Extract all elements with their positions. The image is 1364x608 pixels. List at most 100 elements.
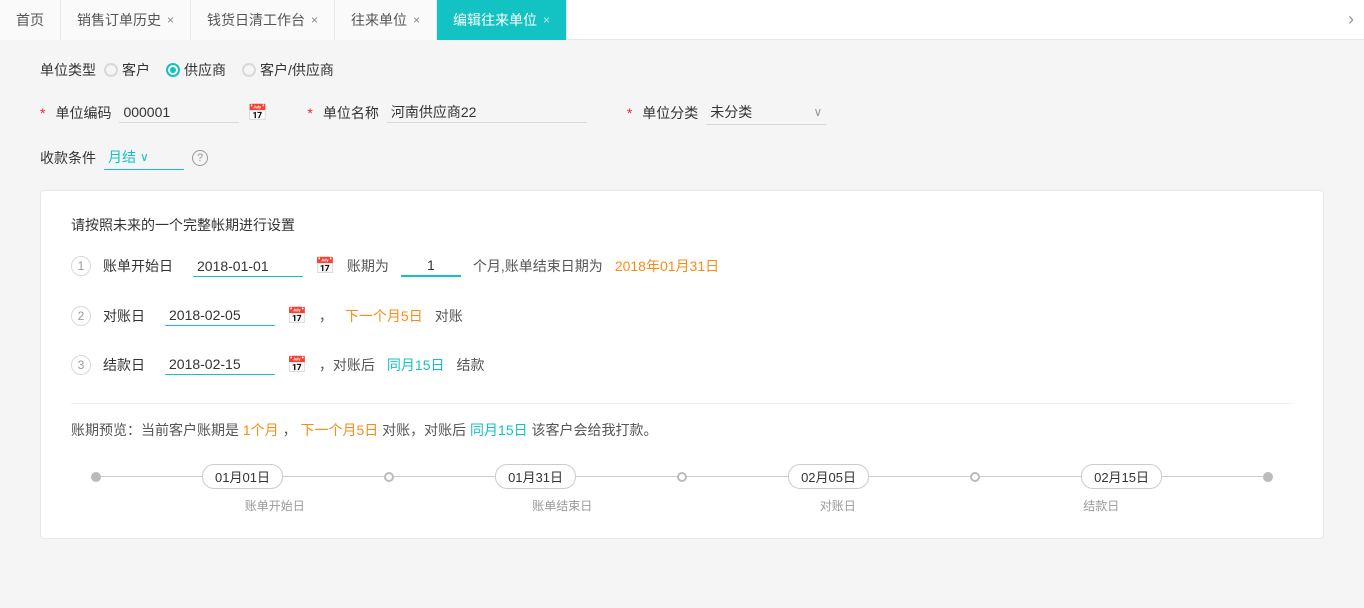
tl-badge-0: 01月01日 xyxy=(202,464,283,489)
date-input-2[interactable] xyxy=(165,305,275,326)
tl-label-3: 结款日 xyxy=(1083,497,1119,514)
tab-home[interactable]: 首页 xyxy=(0,0,61,40)
page-content: 单位类型 客户 供应商 客户/供应商 * 单位编码 xyxy=(0,40,1364,608)
tl-date-0: 01月01日 xyxy=(202,464,283,489)
preview-suffix: 该客户会给我打款。 xyxy=(532,422,658,438)
row2-suffix-after: 对账 xyxy=(435,306,463,326)
row2-suffix-before: ， xyxy=(319,306,333,326)
tl-line-5 xyxy=(687,476,788,477)
cal-icon-1[interactable]: 📅 xyxy=(315,256,335,276)
row3-suffix-after: 结款 xyxy=(457,355,485,375)
payment-terms-row: 收款条件 月结 ∨ ? xyxy=(40,145,1324,170)
tl-label-2: 对账日 xyxy=(820,497,856,514)
unit-type-row: 单位类型 客户 供应商 客户/供应商 xyxy=(40,60,1324,80)
tab-cash-work-label: 钱货日清工作台 xyxy=(207,10,305,30)
timeline-container: 01月01日 01月31日 02月05日 xyxy=(71,464,1293,514)
row-label-1: 账单开始日 xyxy=(103,256,173,276)
unit-name-input[interactable] xyxy=(387,102,587,123)
payment-terms-select[interactable]: 月结 ∨ xyxy=(104,145,184,170)
tl-line-2 xyxy=(283,476,384,477)
preview-part3: 同月15日 xyxy=(470,422,528,438)
timeline-labels: 账单开始日 账单结束日 对账日 结款日 xyxy=(91,497,1273,514)
cal-icon-3[interactable]: 📅 xyxy=(287,355,307,375)
unit-code-field: * 单位编码 📅 xyxy=(40,102,267,123)
tab-partner[interactable]: 往来单位 × xyxy=(335,0,437,40)
unit-code-label: 单位编码 xyxy=(55,103,111,123)
unit-type-field: 单位类型 客户 供应商 客户/供应商 xyxy=(40,60,334,80)
payment-terms-value: 月结 xyxy=(108,147,136,167)
row-num-3: 3 xyxy=(71,355,91,375)
payment-terms-arrow: ∨ xyxy=(140,150,149,164)
tl-line-4 xyxy=(576,476,677,477)
payment-terms-label: 收款条件 xyxy=(40,148,96,168)
date-input-1[interactable] xyxy=(193,256,303,277)
unit-name-required: * xyxy=(307,105,312,121)
radio-both[interactable]: 客户/供应商 xyxy=(242,60,334,80)
row-num-2: 2 xyxy=(71,306,91,326)
unit-code-icon[interactable]: 📅 xyxy=(247,103,267,123)
tabs-scroll-right[interactable]: › xyxy=(1338,9,1364,30)
tab-sales-history-close[interactable]: × xyxy=(167,13,174,27)
unit-name-field: * 单位名称 xyxy=(307,102,586,123)
radio-customer-label: 客户 xyxy=(122,60,150,80)
radio-supplier-circle xyxy=(166,63,180,77)
period-suffix: 个月,账单结束日期为 xyxy=(473,256,603,276)
row-label-3: 结款日 xyxy=(103,355,145,375)
tab-cash-work-close[interactable]: × xyxy=(311,13,318,27)
radio-customer[interactable]: 客户 xyxy=(104,60,150,80)
preview-sep1: ， xyxy=(283,422,297,438)
setting-row-3: 3 结款日 📅 ，对账后 同月15日 结款 xyxy=(71,354,1293,375)
tl-node-1 xyxy=(384,472,394,482)
unit-category-required: * xyxy=(627,105,632,121)
tl-date-1: 01月31日 xyxy=(495,464,576,489)
tl-label-node-1: 账单结束日 xyxy=(532,497,592,514)
unit-code-input[interactable] xyxy=(119,102,239,123)
row3-suffix-before: ，对账后 xyxy=(319,355,375,375)
tl-date-3: 02月15日 xyxy=(1081,464,1162,489)
tab-sales-history[interactable]: 销售订单历史 × xyxy=(61,0,191,40)
tl-dot-2 xyxy=(677,472,687,482)
setting-row-1: 1 账单开始日 📅 账期为 个月,账单结束日期为 2018年01月31日 xyxy=(71,255,1293,277)
tl-dot-3 xyxy=(970,472,980,482)
unit-category-dropdown[interactable]: 未分类 ∨ xyxy=(706,100,826,125)
period-input[interactable] xyxy=(401,255,461,277)
tl-badge-3: 02月15日 xyxy=(1081,464,1162,489)
unit-category-arrow: ∨ xyxy=(813,105,822,119)
row-label-2: 对账日 xyxy=(103,306,145,326)
period-label: 账期为 xyxy=(347,256,389,276)
tl-label-node-2: 对账日 xyxy=(820,497,856,514)
radio-supplier-label: 供应商 xyxy=(184,60,226,80)
radio-both-label: 客户/供应商 xyxy=(260,60,334,80)
tab-partner-close[interactable]: × xyxy=(413,13,420,27)
setting-box: 请按照未来的一个完整帐期进行设置 1 账单开始日 📅 账期为 个月,账单结束日期… xyxy=(40,190,1324,539)
setting-box-title: 请按照未来的一个完整帐期进行设置 xyxy=(71,215,1293,235)
tab-edit-partner-close[interactable]: × xyxy=(543,13,550,27)
tl-node-2 xyxy=(677,472,687,482)
unit-type-label: 单位类型 xyxy=(40,60,96,80)
setting-row-2: 2 对账日 📅 ， 下一个月5日 对账 xyxy=(71,305,1293,326)
unit-category-field: * 单位分类 未分类 ∨ xyxy=(627,100,826,125)
row-num-1: 1 xyxy=(71,256,91,276)
radio-supplier[interactable]: 供应商 xyxy=(166,60,226,80)
tab-cash-work[interactable]: 钱货日清工作台 × xyxy=(191,0,335,40)
tab-sales-history-label: 销售订单历史 xyxy=(77,10,161,30)
tab-edit-partner[interactable]: 编辑往来单位 × xyxy=(437,0,567,40)
tl-badge-1: 01月31日 xyxy=(495,464,576,489)
tl-dot-end xyxy=(1263,472,1273,482)
unit-type-radios: 客户 供应商 客户/供应商 xyxy=(104,60,334,80)
tab-home-label: 首页 xyxy=(16,10,44,30)
payment-terms-help[interactable]: ? xyxy=(192,150,208,166)
end-date-highlight: 2018年01月31日 xyxy=(615,256,719,276)
preview-part2: 下一个月5日 xyxy=(300,422,378,438)
tl-line-1 xyxy=(101,476,202,477)
tl-node-0 xyxy=(91,472,101,482)
preview-label: 账期预览：当前客户账期是 xyxy=(71,422,239,438)
tabs-bar: 首页 销售订单历史 × 钱货日清工作台 × 往来单位 × 编辑往来单位 × › xyxy=(0,0,1364,40)
row3-highlight: 同月15日 xyxy=(387,355,445,375)
date-input-3[interactable] xyxy=(165,354,275,375)
tl-label-node-0: 账单开始日 xyxy=(245,497,305,514)
tl-node-end xyxy=(1263,472,1273,482)
tl-line-8 xyxy=(1162,476,1263,477)
cal-icon-2[interactable]: 📅 xyxy=(287,306,307,326)
unit-category-value: 未分类 xyxy=(710,102,805,122)
